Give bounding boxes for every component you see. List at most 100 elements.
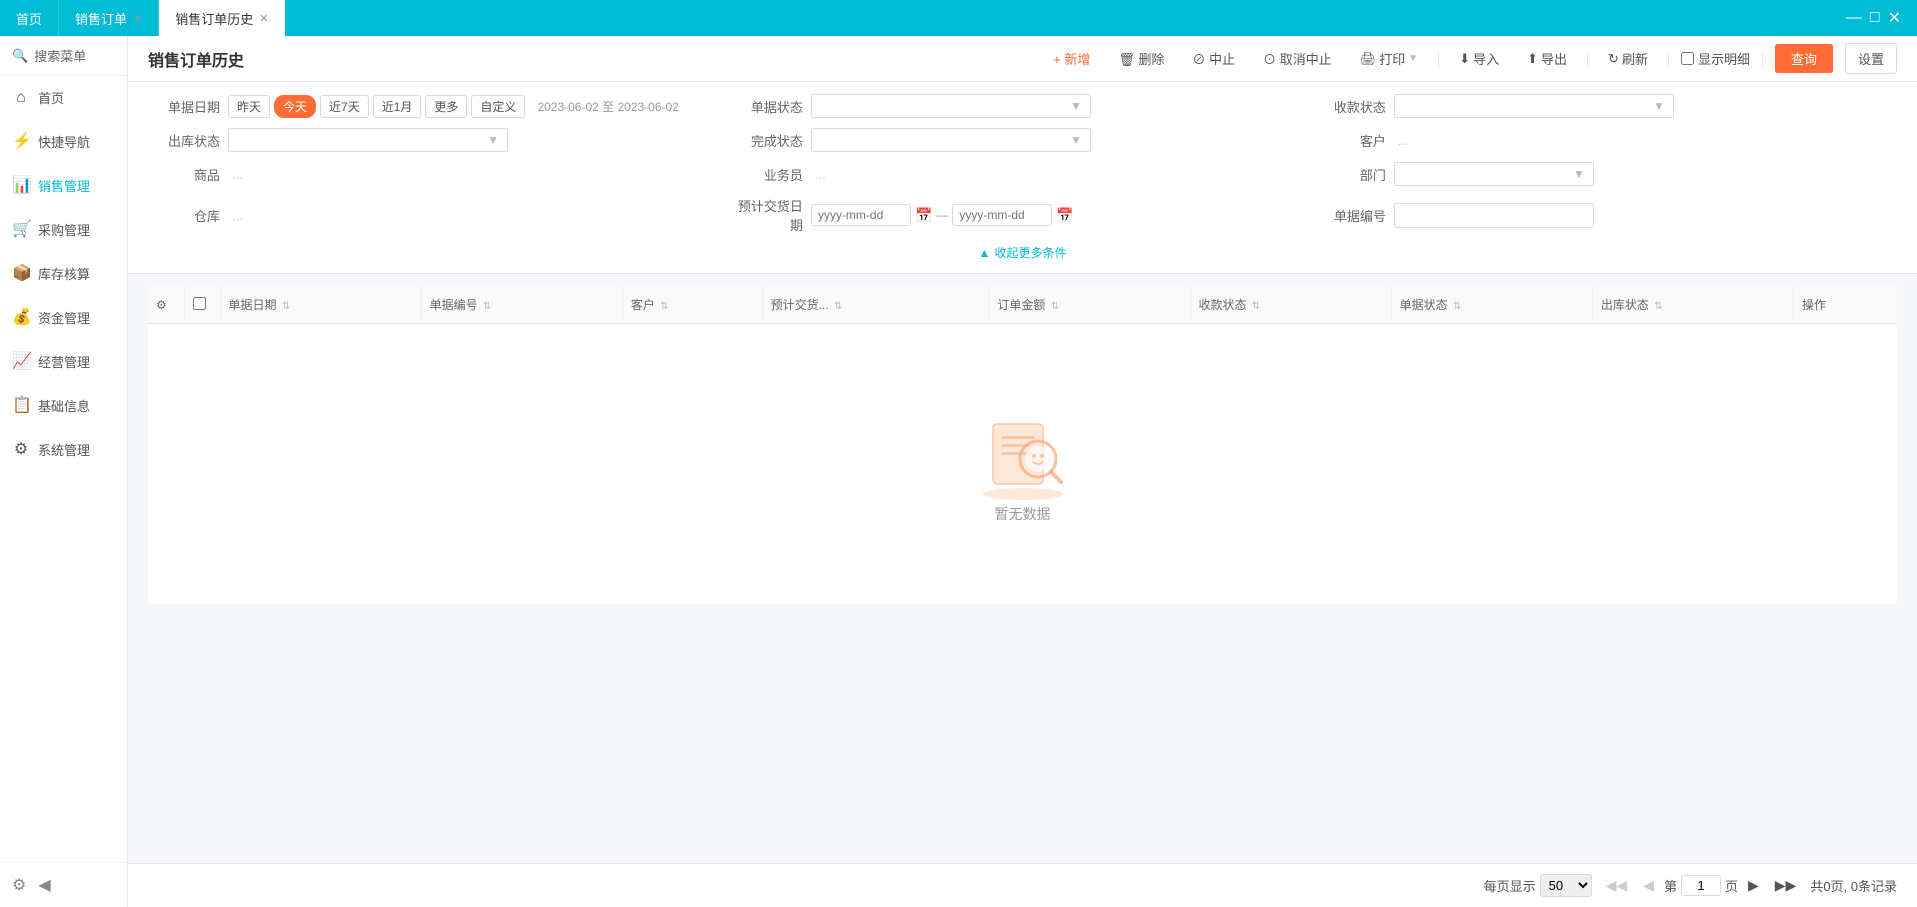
maximize-btn[interactable]: □ [1870,9,1880,27]
quick-nav-icon: ⚡ [12,131,30,151]
goods-dots[interactable]: ... [228,167,247,182]
export-button[interactable]: ⬆ 导出 [1519,45,1575,72]
filter-goods-label: 商品 [148,165,228,184]
sidebar-search[interactable]: 🔍 搜索菜单 [0,36,127,76]
date-range-buttons: 昨天 今天 近7天 近1月 更多 自定义 [228,95,525,118]
next-page-btn[interactable]: ▶ [1742,875,1765,896]
bill-number-input[interactable] [1394,203,1594,228]
col-customer-sort[interactable]: ⇅ [660,301,668,312]
prev-page-btn[interactable]: ◀ [1637,875,1660,896]
sidebar-item-operations[interactable]: 📈 经营管理 [0,339,127,383]
stop-button[interactable]: ⊘ 中止 [1185,45,1244,72]
content-area: 销售订单历史 + 新增 🗑 删除 ⊘ 中止 ⊙ 取消中止 🖨 🖨 打印 打印 ▼… [128,36,1917,907]
sidebar-item-home[interactable]: ⌂ 首页 [0,76,127,119]
col-outbound-sort[interactable]: ⇅ [1654,301,1662,312]
filter-bill-number-label: 单据编号 [1314,206,1394,225]
export-icon: ⬆ [1527,51,1538,67]
filter-row-2: 出库状态 ▼ 完成状态 ▼ 客户 ... [148,128,1897,152]
select-all-checkbox[interactable] [193,297,206,310]
toolbar-divider-4 [1762,51,1763,67]
date-btn-7days[interactable]: 近7天 [320,95,369,118]
window-controls: — □ ✕ [1846,8,1917,28]
filter-delivery-label: 预计交货日期 [731,196,811,234]
collapse-filters-btn[interactable]: ▲ 收起更多条件 [148,244,1897,261]
table-settings-icon[interactable]: ⚙ [156,298,167,312]
top-bar: 首页 销售订单 ✕ 销售订单历史 ✕ — □ ✕ [0,0,1917,36]
table-col-amount: 订单金额 ⇅ [989,286,1190,324]
home-icon: ⌂ [12,89,30,107]
filter-bill-status-select[interactable]: ▼ [811,94,1091,118]
refresh-button[interactable]: ↻ 刷新 [1600,45,1656,72]
col-delivery-sort[interactable]: ⇅ [834,301,842,312]
calendar-to-icon[interactable]: 📅 [1056,207,1073,224]
page-label: 第 [1664,876,1677,895]
col-amount-sort[interactable]: ⇅ [1051,301,1059,312]
print-button[interactable]: 🖨 🖨 打印 打印 ▼ [1352,45,1426,72]
sidebar-item-quick-nav[interactable]: ⚡ 快捷导航 [0,119,127,163]
cancel-stop-button[interactable]: ⊙ 取消中止 [1255,45,1340,72]
date-btn-1month[interactable]: 近1月 [373,95,422,118]
tab-sales-order-close[interactable]: ✕ [133,12,142,25]
minimize-btn[interactable]: — [1846,9,1862,27]
sidebar-item-quick-nav-label: 快捷导航 [38,132,90,151]
filter-salesperson-group: 业务员 ... [731,162,1314,186]
collapse-sidebar-icon[interactable]: ◀ [38,875,50,895]
import-button[interactable]: ⬇ 导入 [1451,45,1507,72]
new-button[interactable]: + 新增 [1045,45,1098,72]
delivery-date-to[interactable] [952,204,1052,226]
col-receipt-status-label: 收款状态 [1199,298,1247,312]
table-col-operation: 操作 [1793,286,1897,324]
sidebar-item-finance[interactable]: 💰 资金管理 [0,295,127,339]
table-col-number: 单据编号 ⇅ [421,286,622,324]
query-button[interactable]: 查询 [1775,44,1833,73]
filter-receipt-status-select[interactable]: ▼ [1394,94,1674,118]
sidebar-item-base-info[interactable]: 📋 基础信息 [0,383,127,427]
sidebar-item-sales[interactable]: 📊 销售管理 [0,163,127,207]
delete-button[interactable]: 🗑 删除 [1110,45,1172,72]
filter-completion-select[interactable]: ▼ [811,128,1091,152]
sidebar-item-purchase[interactable]: 🛒 采购管理 [0,207,127,251]
tab-home[interactable]: 首页 [0,0,59,36]
table-col-settings: ⚙ [148,286,184,324]
col-date-label: 单据日期 [229,298,277,312]
settings-bottom-icon[interactable]: ⚙ [12,875,26,895]
pagination: 每页显示 10 20 50 100 ◀◀ ◀ 第 页 ▶ ▶▶ 共0页, 0条记… [128,863,1917,907]
sidebar-item-system[interactable]: ⚙ 系统管理 [0,427,127,471]
base-info-icon: 📋 [12,395,30,415]
col-number-sort[interactable]: ⇅ [483,301,491,312]
table-col-bill-status: 单据状态 ⇅ [1391,286,1592,324]
last-page-btn[interactable]: ▶▶ [1769,875,1803,896]
date-btn-today[interactable]: 今天 [274,95,316,118]
col-receipt-sort[interactable]: ⇅ [1252,301,1260,312]
date-btn-custom[interactable]: 自定义 [471,95,525,118]
filter-date-label: 单据日期 [148,97,228,116]
col-date-sort[interactable]: ⇅ [282,301,290,312]
tab-sales-history[interactable]: 销售订单历史 ✕ [159,0,285,36]
filter-outbound-select[interactable]: ▼ [228,128,508,152]
delivery-date-from[interactable] [811,204,911,226]
completion-chevron: ▼ [1070,133,1082,147]
calendar-from-icon[interactable]: 📅 [915,207,932,224]
settings-button[interactable]: 设置 [1845,43,1897,74]
empty-state: 暂无数据 [148,324,1897,604]
col-bill-sort[interactable]: ⇅ [1453,301,1461,312]
sidebar-item-inventory[interactable]: 📦 库存核算 [0,251,127,295]
tab-sales-history-close[interactable]: ✕ [259,12,268,25]
date-btn-more[interactable]: 更多 [425,95,467,118]
display-toggle-checkbox[interactable] [1681,52,1694,65]
filter-department-group: 部门 ▼ [1314,162,1897,186]
date-btn-yesterday[interactable]: 昨天 [228,95,270,118]
purchase-icon: 🛒 [12,219,30,239]
current-page-input[interactable] [1681,875,1721,896]
salesperson-dots[interactable]: ... [811,167,830,182]
filter-department-select[interactable]: ▼ [1394,162,1594,186]
page-navigation: ◀◀ ◀ 第 页 ▶ ▶▶ [1600,875,1803,896]
col-operation-label: 操作 [1802,298,1826,312]
tab-sales-order[interactable]: 销售订单 ✕ [59,0,159,36]
display-toggle[interactable]: 显示明细 [1681,49,1750,68]
customer-dots[interactable]: ... [1394,133,1413,148]
window-close-btn[interactable]: ✕ [1888,8,1901,28]
warehouse-dots[interactable]: ... [228,208,247,223]
first-page-btn[interactable]: ◀◀ [1600,875,1634,896]
page-size-select[interactable]: 10 20 50 100 [1540,874,1592,897]
